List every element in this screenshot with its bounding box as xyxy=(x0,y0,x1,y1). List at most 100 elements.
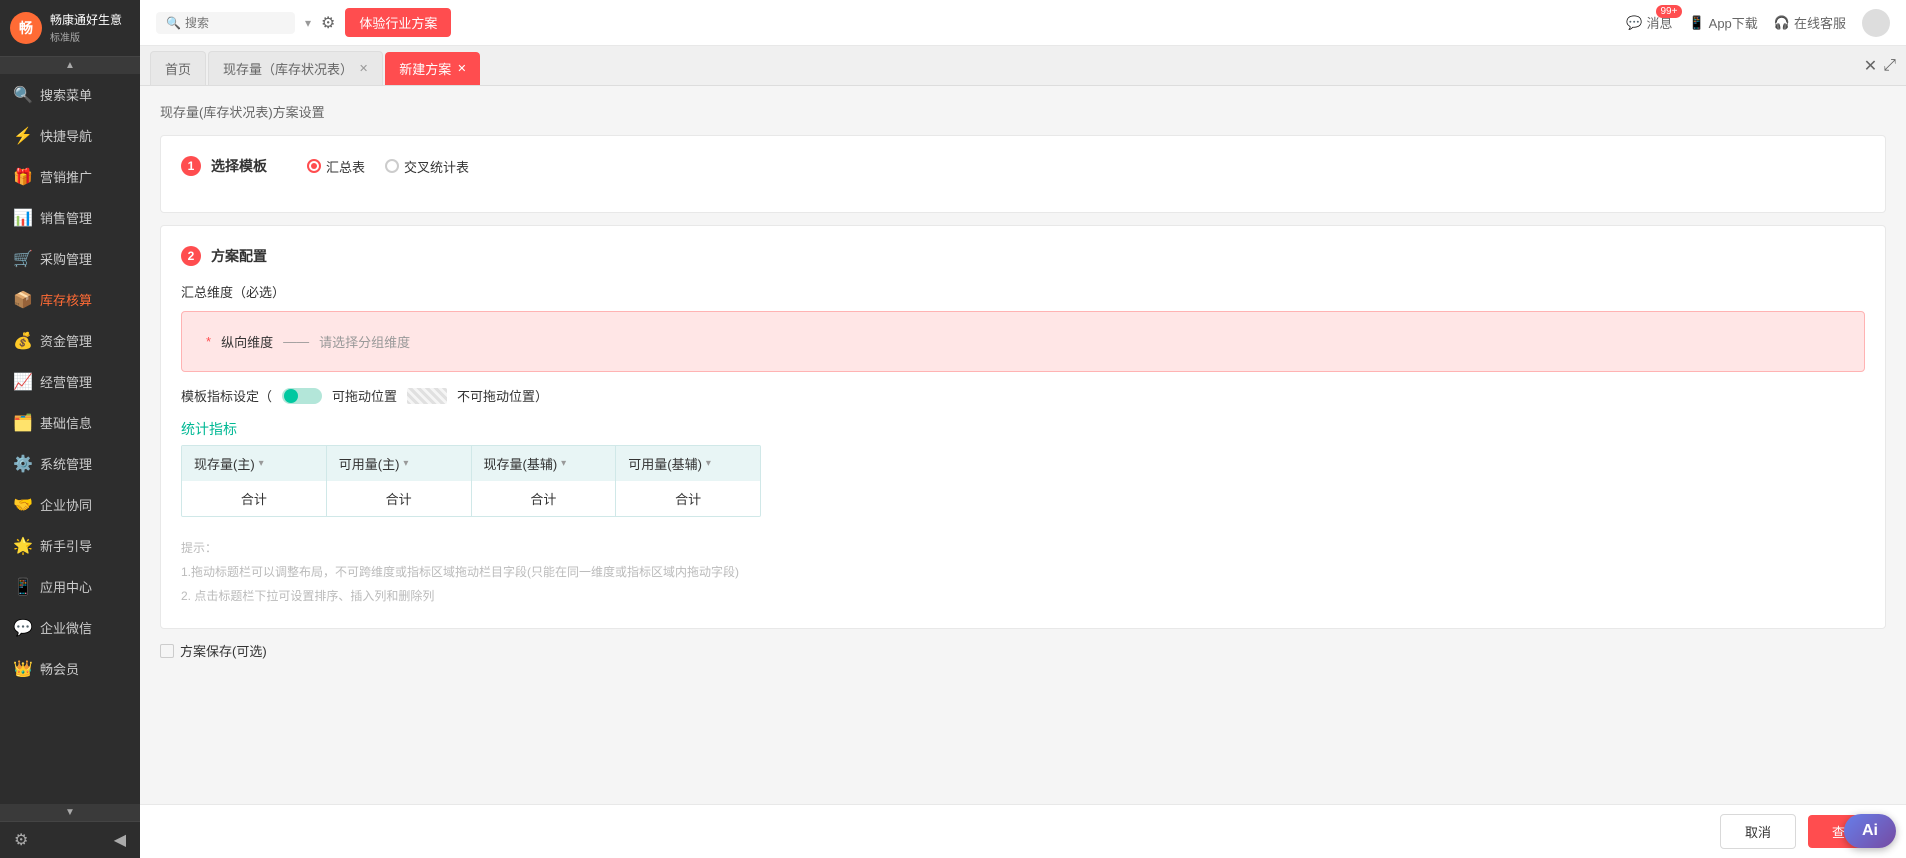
non-draggable-indicator xyxy=(407,388,447,404)
cancel-button[interactable]: 取消 xyxy=(1720,814,1796,849)
tab-inventory-status[interactable]: 现存量（库存状况表） ✕ xyxy=(208,51,383,85)
sidebar-scroll-up[interactable]: ▲ xyxy=(0,57,140,74)
tab-home-label: 首页 xyxy=(165,59,191,78)
step2-number: 2 xyxy=(181,246,201,266)
radio-summary[interactable]: 汇总表 xyxy=(307,157,365,176)
content-area: 现存量(库存状况表)方案设置 1 选择模板 汇总表 交叉统计表 xyxy=(140,86,1906,804)
sidebar-item-label: 资金管理 xyxy=(40,331,92,350)
radio-summary-circle xyxy=(307,159,321,173)
sidebar-item-member[interactable]: 👑 畅会员 xyxy=(0,648,140,689)
app-center-icon: 📱 xyxy=(14,578,32,596)
tab-home[interactable]: 首页 xyxy=(150,51,206,85)
sidebar-item-label: 应用中心 xyxy=(40,577,92,596)
radio-cross[interactable]: 交叉统计表 xyxy=(385,157,469,176)
draggable-indicator[interactable] xyxy=(282,388,322,404)
tab-new-scheme[interactable]: 新建方案 ✕ xyxy=(385,52,480,85)
template-indicator-text: 模板指标设定（ xyxy=(181,386,272,405)
tabbar-actions: ✕ ⤢ xyxy=(1864,56,1896,76)
sidebar-item-label: 营销推广 xyxy=(40,167,92,186)
tab-close-button[interactable]: ✕ xyxy=(1864,56,1877,76)
sidebar-item-quick-nav[interactable]: ⚡ 快捷导航 xyxy=(0,115,140,156)
sidebar-item-finance[interactable]: 💰 资金管理 xyxy=(0,320,140,361)
sidebar-item-label: 畅会员 xyxy=(40,659,79,678)
stats-table-header: 现存量(主) ▾ 可用量(主) ▾ 现存量(基辅) ▾ 可用量(基辅) ▾ xyxy=(182,446,760,481)
member-icon: 👑 xyxy=(14,660,32,678)
avatar[interactable] xyxy=(1862,9,1890,37)
sidebar-item-system[interactable]: ⚙️ 系统管理 xyxy=(0,443,140,484)
radio-summary-label: 汇总表 xyxy=(326,157,365,176)
stats-col-header-2[interactable]: 现存量(基辅) ▾ xyxy=(472,446,617,481)
sidebar-item-app-center[interactable]: 📱 应用中心 xyxy=(0,566,140,607)
tips-title: 提示： xyxy=(181,541,217,555)
dimension-required-mark: * xyxy=(206,334,211,349)
col-0-chevron-icon: ▾ xyxy=(259,458,264,469)
bottom-bar: 取消 查询 xyxy=(140,804,1906,858)
tab-inventory-close-icon[interactable]: ✕ xyxy=(359,62,368,75)
app-download-button[interactable]: 📱 App下载 xyxy=(1688,13,1757,32)
business-icon: 📈 xyxy=(14,373,32,391)
stats-section-label: 统计指标 xyxy=(181,419,1865,439)
stats-col-cell-1: 合计 xyxy=(327,481,472,516)
stats-col-header-0[interactable]: 现存量(主) ▾ xyxy=(182,446,327,481)
dimension-placeholder: 请选择分组维度 xyxy=(319,332,410,351)
purchase-icon: 🛒 xyxy=(14,250,32,268)
basic-info-icon: 🗂️ xyxy=(14,414,32,432)
sidebar-item-inventory[interactable]: 📦 库存核算 xyxy=(0,279,140,320)
stats-col-header-3[interactable]: 可用量(基辅) ▾ xyxy=(616,446,760,481)
settings-icon[interactable]: ⚙ xyxy=(14,830,28,850)
sidebar-item-search-menu[interactable]: 🔍 搜索菜单 xyxy=(0,74,140,115)
step2-card: 2 方案配置 汇总维度（必选） * 纵向维度 —— 请选择分组维度 模板指标设定… xyxy=(160,225,1886,629)
ai-fab-button[interactable]: Ai xyxy=(1844,814,1896,848)
collapse-icon[interactable]: ◀ xyxy=(114,830,126,850)
trial-button[interactable]: 体验行业方案 xyxy=(345,8,451,37)
customer-service-label: 在线客服 xyxy=(1794,13,1846,32)
step2-title: 方案配置 xyxy=(211,246,267,266)
draggable-label: 可拖动位置 xyxy=(332,386,397,405)
tip1: 1.拖动标题栏可以调整布局，不可跨维度或指标区域拖动栏目字段(只能在同一维度或指… xyxy=(181,560,1865,584)
tab-expand-button[interactable]: ⤢ xyxy=(1883,56,1896,76)
message-button[interactable]: 💬 消息 99+ xyxy=(1626,13,1672,32)
topbar-right: 💬 消息 99+ 📱 App下载 🎧 在线客服 xyxy=(1626,9,1890,37)
sidebar-item-wechat[interactable]: 💬 企业微信 xyxy=(0,607,140,648)
sidebar-item-marketing[interactable]: 🎁 营销推广 xyxy=(0,156,140,197)
step1-number: 1 xyxy=(181,156,201,176)
template-radio-group: 汇总表 交叉统计表 xyxy=(307,157,469,176)
system-icon: ⚙️ xyxy=(14,455,32,473)
sidebar-item-label: 系统管理 xyxy=(40,454,92,473)
sidebar-item-purchase[interactable]: 🛒 采购管理 xyxy=(0,238,140,279)
stats-col-0-label: 现存量(主) xyxy=(194,454,255,473)
sidebar-item-business[interactable]: 📈 经营管理 xyxy=(0,361,140,402)
sidebar-item-basic-info[interactable]: 🗂️ 基础信息 xyxy=(0,402,140,443)
app-download-label: App下载 xyxy=(1709,13,1758,32)
tab-new-close-icon[interactable]: ✕ xyxy=(457,62,466,75)
dimension-dash: —— xyxy=(283,334,309,349)
customer-service-button[interactable]: 🎧 在线客服 xyxy=(1774,13,1846,32)
dimension-box[interactable]: * 纵向维度 —— 请选择分组维度 xyxy=(181,311,1865,372)
radio-cross-label: 交叉统计表 xyxy=(404,157,469,176)
stats-col-header-1[interactable]: 可用量(主) ▾ xyxy=(327,446,472,481)
search-chevron-icon[interactable]: ▾ xyxy=(305,16,311,30)
sidebar-item-sales[interactable]: 📊 销售管理 xyxy=(0,197,140,238)
message-icon: 💬 xyxy=(1626,15,1642,31)
main-area: 🔍 ▾ ⚙ 体验行业方案 💬 消息 99+ 📱 App下载 🎧 在线客服 xyxy=(140,0,1906,858)
sidebar-item-cooperation[interactable]: 🤝 企业协同 xyxy=(0,484,140,525)
indicator-row: 模板指标设定（ 可拖动位置 不可拖动位置） xyxy=(181,386,1865,405)
tabbar: 首页 现存量（库存状况表） ✕ 新建方案 ✕ ✕ ⤢ xyxy=(140,46,1906,86)
col-1-chevron-icon: ▾ xyxy=(403,458,408,469)
stats-table-body: 合计 合计 合计 合计 xyxy=(182,481,760,516)
step1-header: 1 选择模板 汇总表 交叉统计表 xyxy=(181,156,1865,176)
sidebar-item-newbie[interactable]: 🌟 新手引导 xyxy=(0,525,140,566)
sidebar-item-label: 企业微信 xyxy=(40,618,92,637)
app-download-icon: 📱 xyxy=(1688,15,1704,31)
tab-new-scheme-label: 新建方案 xyxy=(399,59,451,78)
sidebar-items: 🔍 搜索菜单 ⚡ 快捷导航 🎁 营销推广 📊 销售管理 🛒 采购管理 📦 库存核… xyxy=(0,74,140,804)
radio-cross-circle xyxy=(385,159,399,173)
sidebar-item-label: 快捷导航 xyxy=(40,126,92,145)
save-checkbox[interactable] xyxy=(160,644,174,658)
quick-nav-icon: ⚡ xyxy=(14,127,32,145)
summary-dimension-label: 汇总维度（必选） xyxy=(181,282,1865,301)
sidebar-scroll-down[interactable]: ▼ xyxy=(0,804,140,821)
search-input[interactable] xyxy=(185,16,285,30)
stats-col-1-label: 可用量(主) xyxy=(339,454,400,473)
topbar-settings-icon[interactable]: ⚙ xyxy=(321,13,335,33)
